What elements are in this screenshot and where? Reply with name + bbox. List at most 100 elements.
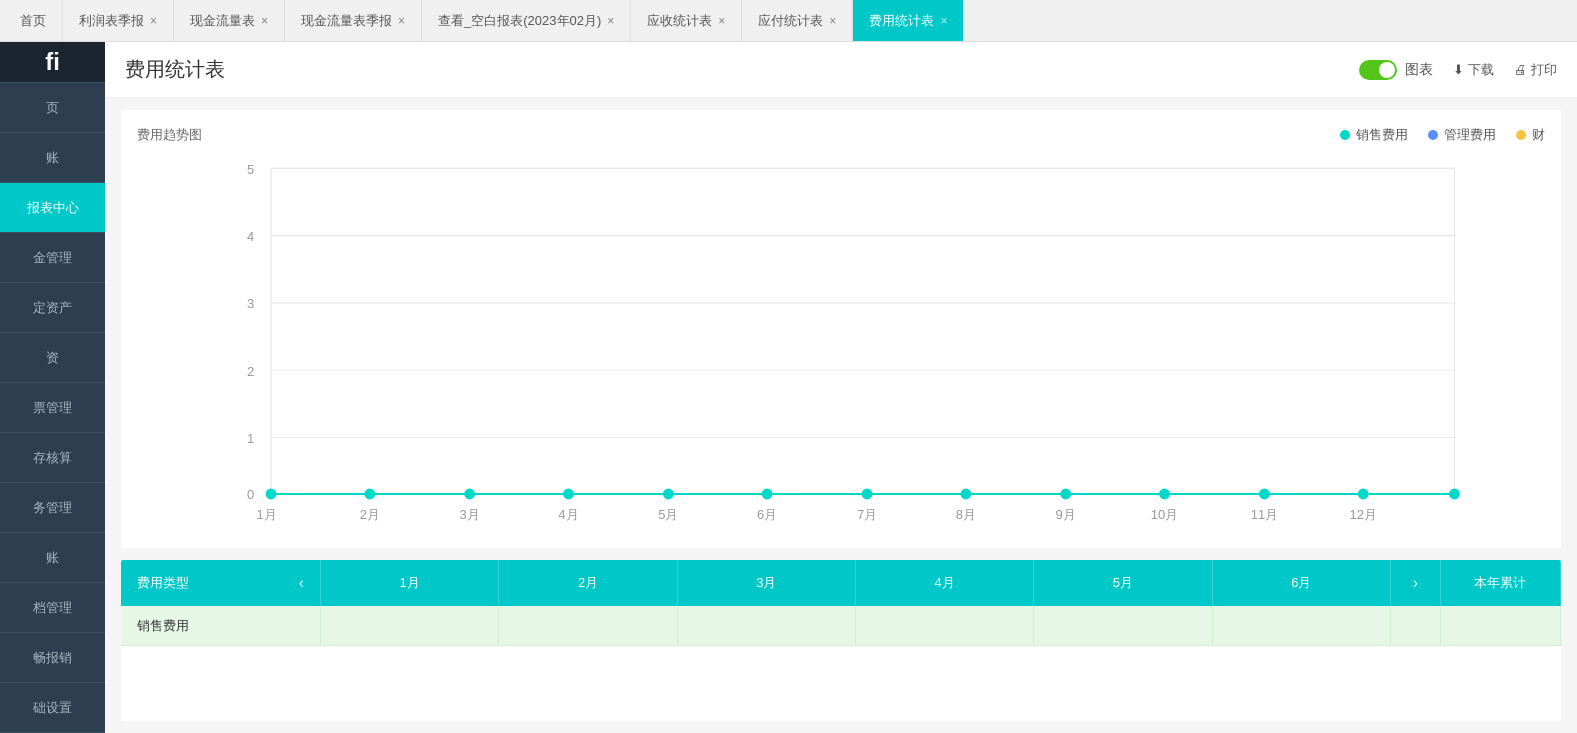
table-section: 费用类型 ‹ 1月 2月 3月 4月 5月 (121, 560, 1561, 721)
cell-val-2 (499, 606, 677, 645)
month-5-label: 5月 (1113, 574, 1133, 592)
sidebar-item-resources[interactable]: 资 (0, 333, 105, 383)
sidebar-item-fixed-assets[interactable]: 定资产 (0, 283, 105, 333)
svg-text:4月: 4月 (558, 507, 578, 522)
tab-cashflow-label: 现金流量表 (190, 12, 255, 30)
cell-total (1441, 606, 1561, 645)
svg-point-19 (862, 489, 873, 500)
prev-arrow[interactable]: ‹ (299, 574, 304, 592)
tab-cashflow-quarterly-label: 现金流量表季报 (301, 12, 392, 30)
table-col-total: 本年累计 (1441, 560, 1561, 606)
trend-chart: 5 4 3 2 1 0 (137, 152, 1545, 532)
chart-header: 费用趋势图 销售费用 管理费用 财 (137, 126, 1545, 144)
tab-payable-close[interactable]: × (829, 14, 836, 28)
svg-point-15 (464, 489, 475, 500)
tab-cashflow-quarterly-close[interactable]: × (398, 14, 405, 28)
sidebar-item-service[interactable]: 务管理 (0, 483, 105, 533)
page-header: 费用统计表 图表 ⬇ 下载 🖨 打印 (105, 42, 1577, 98)
content-area: 费用统计表 图表 ⬇ 下载 🖨 打印 费用趋势图 (105, 42, 1577, 733)
svg-text:9月: 9月 (1056, 507, 1076, 522)
tab-receivable-label: 应收统计表 (647, 12, 712, 30)
legend-mgmt-label: 管理费用 (1444, 126, 1496, 144)
tab-home[interactable]: 首页 (4, 0, 63, 42)
svg-point-21 (1060, 489, 1071, 500)
toggle-label: 图表 (1405, 61, 1433, 79)
svg-point-14 (364, 489, 375, 500)
svg-text:3月: 3月 (460, 507, 480, 522)
tab-expense[interactable]: 费用统计表 × (853, 0, 964, 42)
tab-profit-close[interactable]: × (150, 14, 157, 28)
page-title: 费用统计表 (125, 56, 225, 83)
table-col-3: 3月 (678, 560, 856, 606)
legend-sales: 销售费用 (1340, 126, 1408, 144)
tab-expense-label: 费用统计表 (869, 12, 934, 30)
svg-text:1: 1 (247, 431, 254, 446)
cell-val-5 (1034, 606, 1212, 645)
chart-toggle[interactable] (1359, 60, 1397, 80)
tab-bar: 首页 利润表季报 × 现金流量表 × 现金流量表季报 × 查看_空白报表(202… (0, 0, 1577, 42)
sidebar-item-settings[interactable]: 础设置 (0, 683, 105, 733)
chart-title: 费用趋势图 (137, 126, 202, 144)
download-icon: ⬇ (1453, 62, 1464, 77)
legend-finance: 财 (1516, 126, 1545, 144)
table-col-2: 2月 (499, 560, 677, 606)
sidebar-item-inventory[interactable]: 存核算 (0, 433, 105, 483)
svg-point-18 (762, 489, 773, 500)
chart-wrapper: 5 4 3 2 1 0 (137, 152, 1545, 532)
logo-text: fi (45, 48, 60, 76)
print-button[interactable]: 🖨 打印 (1514, 61, 1557, 79)
legend-finance-label: 财 (1532, 126, 1545, 144)
svg-text:6月: 6月 (757, 507, 777, 522)
tab-payable[interactable]: 应付统计表 × (742, 0, 853, 42)
total-label: 本年累计 (1474, 574, 1526, 592)
tab-cashflow-close[interactable]: × (261, 14, 268, 28)
download-button[interactable]: ⬇ 下载 (1453, 61, 1494, 79)
table-col-4: 4月 (856, 560, 1034, 606)
month-3-label: 3月 (756, 574, 776, 592)
tab-cashflow-quarterly[interactable]: 现金流量表季报 × (285, 0, 422, 42)
svg-point-22 (1159, 489, 1170, 500)
month-6-label: 6月 (1291, 574, 1311, 592)
sidebar-item-fund[interactable]: 金管理 (0, 233, 105, 283)
tab-blank-report-label: 查看_空白报表(2023年02月) (438, 12, 601, 30)
tab-blank-report-close[interactable]: × (607, 14, 614, 28)
svg-point-20 (960, 489, 971, 500)
cell-val-1 (321, 606, 499, 645)
main-layout: fi 页 账 报表中心 金管理 定资产 资 票管理 存核算 务管理 账 (0, 42, 1577, 733)
col-type-label: 费用类型 (137, 574, 189, 592)
table-header: 费用类型 ‹ 1月 2月 3月 4月 5月 (121, 560, 1561, 606)
sidebar-item-archive[interactable]: 档管理 (0, 583, 105, 633)
svg-text:4: 4 (247, 229, 254, 244)
sidebar-item-ledger[interactable]: 账 (0, 533, 105, 583)
tab-profit[interactable]: 利润表季报 × (63, 0, 174, 42)
sidebar-item-invoice[interactable]: 票管理 (0, 383, 105, 433)
sidebar-logo: fi (0, 42, 105, 83)
table-row: 销售费用 (121, 606, 1561, 646)
legend-sales-dot (1340, 130, 1350, 140)
svg-text:0: 0 (247, 487, 254, 502)
chart-section: 费用趋势图 销售费用 管理费用 财 (121, 110, 1561, 548)
table-col-5: 5月 (1034, 560, 1212, 606)
svg-rect-12 (271, 168, 1454, 494)
sidebar-item-write-off[interactable]: 畅报销 (0, 633, 105, 683)
tab-cashflow[interactable]: 现金流量表 × (174, 0, 285, 42)
sidebar-item-account[interactable]: 账 (0, 133, 105, 183)
next-arrow[interactable]: › (1413, 574, 1418, 592)
month-1-label: 1月 (400, 574, 420, 592)
cell-val-4 (856, 606, 1034, 645)
next-arrow-col[interactable]: › (1391, 560, 1441, 606)
tab-payable-label: 应付统计表 (758, 12, 823, 30)
tab-receivable[interactable]: 应收统计表 × (631, 0, 742, 42)
svg-text:11月: 11月 (1251, 507, 1278, 522)
sidebar-item-home[interactable]: 页 (0, 83, 105, 133)
toggle-wrap[interactable]: 图表 (1359, 60, 1433, 80)
cell-spacer (1391, 606, 1441, 645)
tab-blank-report[interactable]: 查看_空白报表(2023年02月) × (422, 0, 631, 42)
month-4-label: 4月 (935, 574, 955, 592)
tab-expense-close[interactable]: × (940, 14, 947, 28)
sidebar-item-report-center[interactable]: 报表中心 (0, 183, 105, 233)
tab-receivable-close[interactable]: × (718, 14, 725, 28)
svg-text:5月: 5月 (658, 507, 678, 522)
svg-point-16 (563, 489, 574, 500)
print-icon: 🖨 (1514, 62, 1527, 77)
